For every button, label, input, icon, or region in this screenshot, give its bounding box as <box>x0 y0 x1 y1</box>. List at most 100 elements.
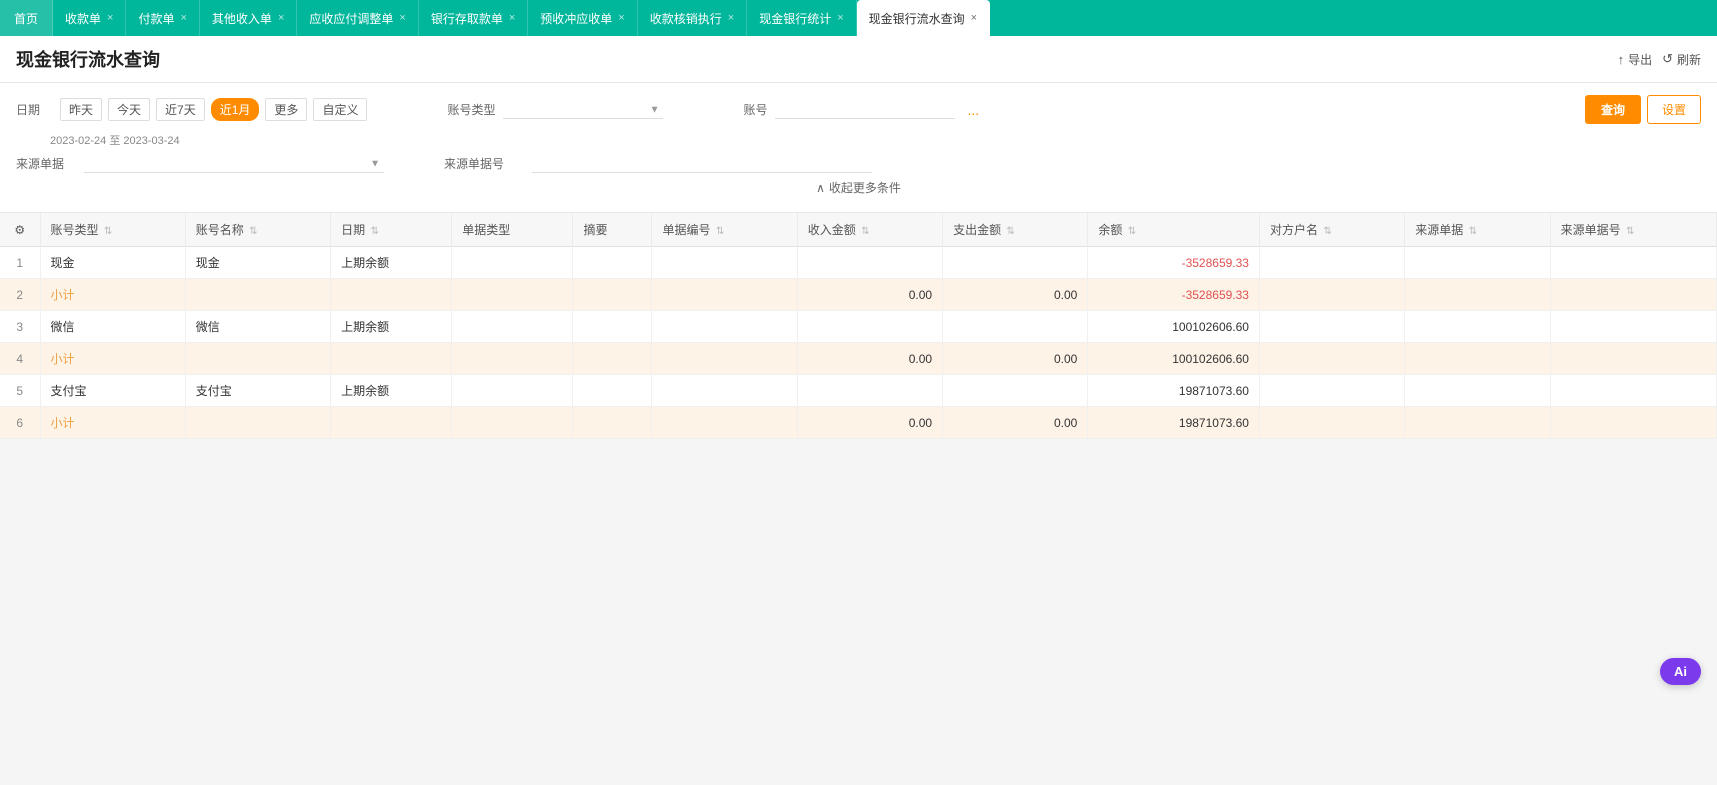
row-number: 5 <box>0 375 40 407</box>
row-counterpart <box>1259 279 1404 311</box>
date-btn-yesterday[interactable]: 昨天 <box>60 98 102 121</box>
row-summary <box>573 343 652 375</box>
col-source-doc[interactable]: 来源单据 ⇅ <box>1405 213 1550 247</box>
close-tab-8-icon[interactable]: × <box>971 12 977 24</box>
table-row: 6小计0.000.0019871073.60 <box>0 407 1717 439</box>
row-expense: 0.00 <box>943 407 1088 439</box>
account-type-select[interactable]: 现金 微信 支付宝 <box>503 100 663 119</box>
row-account-name: 微信 <box>185 311 330 343</box>
source-doc-num-input[interactable] <box>532 154 872 173</box>
row-source-doc <box>1405 311 1550 343</box>
row-account-type: 微信 <box>40 311 185 343</box>
data-table: ⚙ 账号类型 ⇅ 账号名称 ⇅ 日期 ⇅ 单据类型 摘要 <box>0 213 1717 439</box>
row-balance: -3528659.33 <box>1088 247 1260 279</box>
row-account-type: 小计 <box>40 279 185 311</box>
row-number: 1 <box>0 247 40 279</box>
date-btn-7days[interactable]: 近7天 <box>156 98 205 121</box>
row-income: 0.00 <box>797 279 942 311</box>
date-btn-custom[interactable]: 自定义 <box>313 98 367 121</box>
row-date: 上期余额 <box>331 247 452 279</box>
row-date: 上期余额 <box>331 311 452 343</box>
col-doc-type: 单据类型 <box>452 213 573 247</box>
date-btn-today[interactable]: 今天 <box>108 98 150 121</box>
row-account-name <box>185 407 330 439</box>
close-tab-5-icon[interactable]: × <box>618 12 624 24</box>
nav-tab-5[interactable]: 预收冲应收单 × <box>528 0 637 36</box>
col-account-type[interactable]: 账号类型 ⇅ <box>40 213 185 247</box>
table-settings-icon[interactable]: ⚙ <box>14 223 25 237</box>
row-income: 0.00 <box>797 407 942 439</box>
col-settings[interactable]: ⚙ <box>0 213 40 247</box>
row-source-doc-num <box>1550 247 1716 279</box>
col-source-doc-num[interactable]: 来源单据号 ⇅ <box>1550 213 1716 247</box>
date-btn-1month[interactable]: 近1月 <box>211 98 260 121</box>
row-expense: 0.00 <box>943 279 1088 311</box>
nav-tab-2[interactable]: 其他收入单 × <box>200 0 297 36</box>
nav-home[interactable]: 首页 <box>0 0 53 36</box>
close-tab-7-icon[interactable]: × <box>837 12 843 24</box>
row-counterpart <box>1259 311 1404 343</box>
col-counterpart[interactable]: 对方户名 ⇅ <box>1259 213 1404 247</box>
table-row: 2小计0.000.00-3528659.33 <box>0 279 1717 311</box>
ai-badge[interactable]: Ai <box>1660 658 1701 685</box>
col-account-name[interactable]: 账号名称 ⇅ <box>185 213 330 247</box>
nav-tab-1[interactable]: 付款单 × <box>126 0 199 36</box>
row-source-doc <box>1405 247 1550 279</box>
source-doc-select-wrapper: ▼ <box>84 154 384 173</box>
close-tab-3-icon[interactable]: × <box>399 12 405 24</box>
nav-tab-0[interactable]: 收款单 × <box>53 0 126 36</box>
nav-tab-3[interactable]: 应收应付调整单 × <box>297 0 418 36</box>
close-tab-0-icon[interactable]: × <box>107 12 113 24</box>
account-input[interactable] <box>775 100 955 119</box>
row-number: 6 <box>0 407 40 439</box>
sort-counterpart-icon: ⇅ <box>1323 226 1331 237</box>
col-expense[interactable]: 支出金额 ⇅ <box>943 213 1088 247</box>
close-tab-2-icon[interactable]: × <box>278 12 284 24</box>
row-counterpart <box>1259 343 1404 375</box>
row-source-doc-num <box>1550 343 1716 375</box>
row-counterpart <box>1259 247 1404 279</box>
row-summary <box>573 247 652 279</box>
sort-doc-number-icon: ⇅ <box>716 226 724 237</box>
source-doc-select[interactable] <box>84 154 384 173</box>
row-balance: 100102606.60 <box>1088 343 1260 375</box>
refresh-button[interactable]: ↺ 刷新 <box>1662 51 1701 68</box>
nav-tab-8[interactable]: 现金银行流水查询 × <box>857 0 990 36</box>
export-button[interactable]: ↑ 导出 <box>1618 51 1653 68</box>
row-source-doc <box>1405 343 1550 375</box>
row-source-doc <box>1405 375 1550 407</box>
row-doc-number <box>652 343 797 375</box>
row-account-type: 小计 <box>40 407 185 439</box>
date-btn-more[interactable]: 更多 <box>265 98 307 121</box>
table-row: 1现金现金上期余额-3528659.33 <box>0 247 1717 279</box>
row-source-doc <box>1405 407 1550 439</box>
close-tab-1-icon[interactable]: × <box>180 12 186 24</box>
row-income <box>797 247 942 279</box>
row-expense: 0.00 <box>943 343 1088 375</box>
close-tab-6-icon[interactable]: × <box>728 12 734 24</box>
date-options: 昨天 今天 近7天 近1月 更多 自定义 <box>60 98 367 121</box>
row-doc-type <box>452 343 573 375</box>
filter-row-1: 日期 昨天 今天 近7天 近1月 更多 自定义 账号类型 现金 微信 支付宝 <box>16 95 1701 124</box>
nav-tab-6[interactable]: 收款核销执行 × <box>638 0 747 36</box>
account-type-label: 账号类型 <box>447 101 495 118</box>
col-date[interactable]: 日期 ⇅ <box>331 213 452 247</box>
nav-tab-7[interactable]: 现金银行统计 × <box>747 0 856 36</box>
col-income[interactable]: 收入金额 ⇅ <box>797 213 942 247</box>
query-button[interactable]: 查询 <box>1585 95 1641 124</box>
sort-balance-icon: ⇅ <box>1128 226 1136 237</box>
nav-tab-4[interactable]: 银行存取款单 × <box>419 0 528 36</box>
source-doc-label: 来源单据 <box>16 155 64 172</box>
row-date <box>331 343 452 375</box>
header-actions: ↑ 导出 ↺ 刷新 <box>1618 51 1701 68</box>
row-counterpart <box>1259 375 1404 407</box>
settings-button[interactable]: 设置 <box>1647 95 1701 124</box>
collapse-arrow-icon: ∧ <box>816 181 825 195</box>
collapse-bar[interactable]: ∧ 收起更多条件 <box>16 173 1701 200</box>
close-tab-4-icon[interactable]: × <box>509 12 515 24</box>
account-dots-button[interactable]: ... <box>963 102 983 118</box>
col-doc-number[interactable]: 单据编号 ⇅ <box>652 213 797 247</box>
refresh-icon: ↺ <box>1662 51 1673 67</box>
sort-expense-icon: ⇅ <box>1006 226 1014 237</box>
col-balance[interactable]: 余额 ⇅ <box>1088 213 1260 247</box>
